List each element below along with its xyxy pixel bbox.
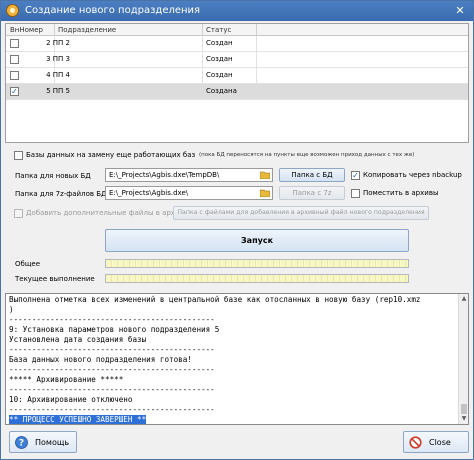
row-checkbox[interactable] <box>10 39 19 48</box>
overall-progress-label: Общее <box>15 260 41 268</box>
extra-files-label: Добавить дополнительные файлы в архив <box>26 209 184 217</box>
dialog-window: Создание нового подразделения ✕ ВнНомер … <box>0 0 474 460</box>
copy-nbackup-checkbox[interactable]: ✓ <box>351 171 360 180</box>
scrollbar-thumb[interactable] <box>461 404 467 414</box>
row-status: Создана <box>206 87 237 95</box>
log-line: ***** Архивирование ***** <box>9 375 124 384</box>
row-checkbox[interactable] <box>10 71 19 80</box>
row-checkbox[interactable] <box>10 55 19 64</box>
new-db-path-value: E:\_Projects\Agbis.dxe\TempDB\ <box>109 171 220 179</box>
log-line-highlighted: ** ПРОЦЕСС УСПЕШНО ЗАВЕРШЕН ** <box>9 415 147 424</box>
scroll-up-icon[interactable]: ▲ <box>459 294 468 304</box>
log-line: База данных нового подразделения готова! <box>9 355 192 364</box>
help-icon: ? <box>15 436 28 449</box>
header-status[interactable]: Статус <box>206 26 231 34</box>
log-line: ----------------------------------------… <box>9 315 215 324</box>
table-row[interactable]: ✓ 5 ПП 5 Создана <box>6 84 468 100</box>
log-output[interactable]: Выполнена отметка всех изменений в центр… <box>5 293 469 425</box>
z7-folder-button[interactable]: Папка с 7z <box>279 186 345 200</box>
folder-icon[interactable] <box>260 189 270 197</box>
new-db-folder-button[interactable]: Папка с БД <box>279 168 345 182</box>
z7-path-value: E:\_Projects\Agbis.dxe\ <box>109 189 189 197</box>
replace-db-note: (пока БД переносятся на пункты еще возмо… <box>199 152 415 158</box>
title-bar: Создание нового подразделения ✕ <box>1 1 473 21</box>
table-row[interactable]: 3 ПП 3 Создан <box>6 52 468 68</box>
replace-db-checkbox[interactable] <box>14 151 23 160</box>
help-label: Помощь <box>35 438 70 447</box>
log-line: 10: Архивирование отключено <box>9 395 133 404</box>
row-status: Создан <box>206 71 233 79</box>
archive-checkbox[interactable] <box>351 189 360 198</box>
window-close-button[interactable]: ✕ <box>451 3 469 18</box>
log-line: ----------------------------------------… <box>9 345 215 354</box>
overall-progress-bar <box>105 259 409 268</box>
header-name[interactable]: Подразделение <box>58 26 116 34</box>
subdivisions-grid[interactable]: ВнНомер Подразделение Статус 2 ПП 2 Созд… <box>5 23 469 143</box>
row-number: 2 ПП 2 <box>46 39 70 47</box>
folder-icon[interactable] <box>260 171 270 179</box>
new-db-label: Папка для новых БД <box>15 172 91 180</box>
close-button[interactable]: Close <box>403 431 469 453</box>
current-progress-bar <box>105 274 409 283</box>
log-line: ----------------------------------------… <box>9 385 215 394</box>
archive-label: Поместить в архивы <box>363 189 439 197</box>
log-line: Выполнена отметка всех изменений в центр… <box>9 295 421 304</box>
app-gear-icon <box>6 4 19 17</box>
window-title: Создание нового подразделения <box>25 5 201 16</box>
row-checkbox[interactable]: ✓ <box>10 87 19 96</box>
svg-text:?: ? <box>19 439 24 449</box>
extra-files-folder-button[interactable]: Папка с файлами для добавления в архивны… <box>173 206 429 220</box>
extra-files-checkbox[interactable] <box>14 209 23 218</box>
help-button[interactable]: ? Помощь <box>9 431 77 453</box>
log-scrollbar[interactable]: ▲ ▼ <box>458 294 468 424</box>
row-status: Создан <box>206 55 233 63</box>
new-db-path-input[interactable]: E:\_Projects\Agbis.dxe\TempDB\ <box>105 168 273 182</box>
header-num[interactable]: ВнНомер <box>10 26 43 34</box>
row-status: Создан <box>206 39 233 47</box>
row-number: 3 ПП 3 <box>46 55 70 63</box>
close-prohibit-icon <box>409 436 422 449</box>
current-progress-label: Текущее выполнение <box>15 275 95 283</box>
log-line: ----------------------------------------… <box>9 365 215 374</box>
log-line: Установлена дата создания базы <box>9 335 147 344</box>
row-number: 4 ПП 4 <box>46 71 70 79</box>
grid-header: ВнНомер Подразделение Статус <box>6 24 468 36</box>
row-number: 5 ПП 5 <box>46 87 70 95</box>
table-row[interactable]: 4 ПП 4 Создан <box>6 68 468 84</box>
table-row[interactable]: 2 ПП 2 Создан <box>6 36 468 52</box>
log-line: ----------------------------------------… <box>9 405 215 414</box>
z7-label: Папка для 7z-файлов БД <box>15 190 107 198</box>
copy-nbackup-label: Копировать через nbackup <box>363 171 462 179</box>
log-line: 9: Установка параметров нового подраздел… <box>9 325 220 334</box>
close-label: Close <box>429 438 451 447</box>
z7-path-input[interactable]: E:\_Projects\Agbis.dxe\ <box>105 186 273 200</box>
scroll-down-icon[interactable]: ▼ <box>459 414 468 424</box>
log-line: ) <box>9 305 14 314</box>
launch-button[interactable]: Запуск <box>105 229 409 252</box>
replace-db-label: Базы данных на замену еще работающих баз <box>26 151 196 159</box>
